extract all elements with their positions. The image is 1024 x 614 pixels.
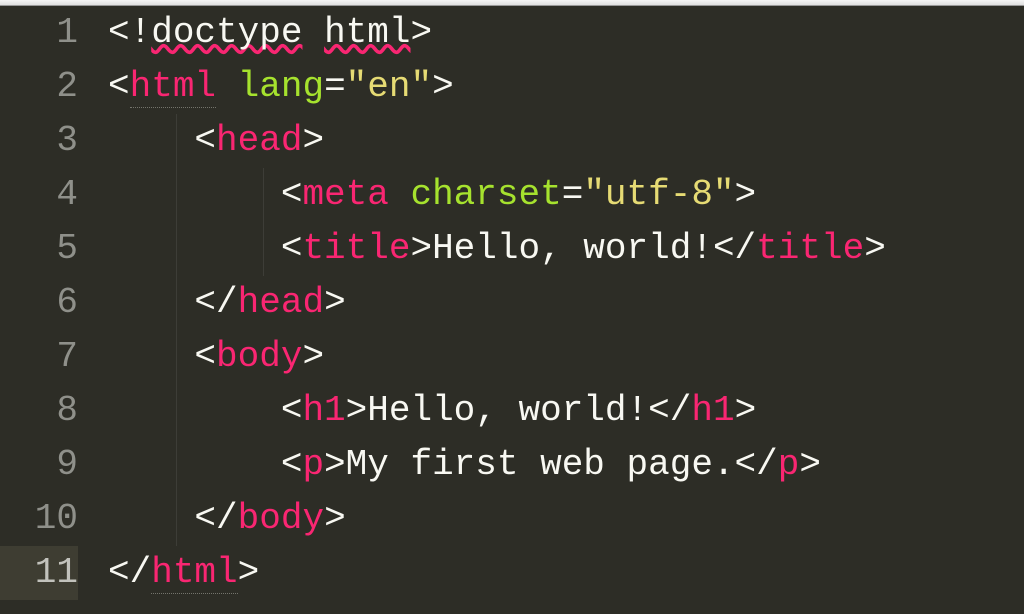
token-tag: p <box>778 444 800 485</box>
indent-whitespace <box>108 444 281 485</box>
token-punct: < <box>108 66 130 107</box>
line-number: 7 <box>0 330 78 384</box>
indent-guide <box>263 168 264 276</box>
token-punct: </ <box>108 552 151 593</box>
indent-whitespace <box>108 228 281 269</box>
token-punct: > <box>302 336 324 377</box>
token-tag: html <box>151 552 237 594</box>
token-text: html <box>324 12 410 53</box>
token-punct: </ <box>648 390 691 431</box>
token-text <box>389 174 411 215</box>
line-number: 2 <box>0 60 78 114</box>
token-punct: </ <box>194 282 237 323</box>
code-line[interactable]: <html lang="en"> <box>108 60 1024 114</box>
token-text <box>216 66 238 107</box>
code-editor[interactable]: 1234567891011 <!doctype html><html lang=… <box>0 6 1024 614</box>
token-text: Hello, world! <box>367 390 648 431</box>
indent-whitespace <box>108 390 281 431</box>
code-line[interactable]: </body> <box>108 492 1024 546</box>
code-line[interactable]: <body> <box>108 330 1024 384</box>
indent-whitespace <box>108 498 194 539</box>
code-line[interactable]: <!doctype html> <box>108 6 1024 60</box>
line-number: 11 <box>0 546 78 600</box>
token-tag: h1 <box>691 390 734 431</box>
token-punct: > <box>410 228 432 269</box>
token-tag: head <box>216 120 302 161</box>
token-attr: charset <box>410 174 561 215</box>
indent-whitespace <box>108 120 194 161</box>
line-number: 9 <box>0 438 78 492</box>
token-text: doctype <box>151 12 302 53</box>
code-line[interactable]: </html> <box>108 546 1024 600</box>
token-punct: > <box>864 228 886 269</box>
token-tag: p <box>302 444 324 485</box>
token-punct: </ <box>194 498 237 539</box>
token-punct: > <box>324 498 346 539</box>
token-tag: title <box>302 228 410 269</box>
token-tag: body <box>238 498 324 539</box>
token-text: My first web page. <box>346 444 735 485</box>
token-punct: </ <box>735 444 778 485</box>
token-punct: > <box>410 12 432 53</box>
indent-whitespace <box>108 174 281 215</box>
token-punct: > <box>346 390 368 431</box>
token-punct: < <box>108 12 130 53</box>
line-number: 5 <box>0 222 78 276</box>
code-area[interactable]: <!doctype html><html lang="en"> <head> <… <box>92 6 1024 614</box>
token-tag: title <box>756 228 864 269</box>
indent-guide <box>176 114 177 546</box>
token-punct: > <box>238 552 260 593</box>
token-punct: < <box>281 174 303 215</box>
token-string: "utf-8" <box>583 174 734 215</box>
token-punct: < <box>281 444 303 485</box>
token-punct: > <box>324 444 346 485</box>
token-tag: body <box>216 336 302 377</box>
token-tag: meta <box>302 174 388 215</box>
token-tag: head <box>238 282 324 323</box>
token-punct: < <box>281 228 303 269</box>
line-number: 8 <box>0 384 78 438</box>
token-tag: h1 <box>302 390 345 431</box>
token-punct: < <box>194 336 216 377</box>
code-line[interactable]: <h1>Hello, world!</h1> <box>108 384 1024 438</box>
token-punct: < <box>194 120 216 161</box>
indent-whitespace <box>108 282 194 323</box>
line-number: 1 <box>0 6 78 60</box>
token-punct: > <box>302 120 324 161</box>
token-attr: lang <box>238 66 324 107</box>
token-string: "en" <box>346 66 432 107</box>
line-number-gutter: 1234567891011 <box>0 6 92 614</box>
line-number: 6 <box>0 276 78 330</box>
code-line[interactable]: <title>Hello, world!</title> <box>108 222 1024 276</box>
token-punct: = <box>562 174 584 215</box>
code-line[interactable]: <head> <box>108 114 1024 168</box>
token-punct: > <box>799 444 821 485</box>
token-tag: html <box>130 66 216 108</box>
line-number: 4 <box>0 168 78 222</box>
token-punct: = <box>324 66 346 107</box>
token-text <box>302 12 324 53</box>
token-punct: ! <box>130 12 152 53</box>
token-punct: > <box>324 282 346 323</box>
code-line[interactable]: <p>My first web page.</p> <box>108 438 1024 492</box>
code-line[interactable]: </head> <box>108 276 1024 330</box>
code-line[interactable]: <meta charset="utf-8"> <box>108 168 1024 222</box>
token-punct: > <box>735 174 757 215</box>
token-punct: < <box>281 390 303 431</box>
token-punct: > <box>432 66 454 107</box>
line-number: 10 <box>0 492 78 546</box>
line-number: 3 <box>0 114 78 168</box>
token-punct: > <box>735 390 757 431</box>
token-text: Hello, world! <box>432 228 713 269</box>
token-punct: </ <box>713 228 756 269</box>
indent-whitespace <box>108 336 194 377</box>
